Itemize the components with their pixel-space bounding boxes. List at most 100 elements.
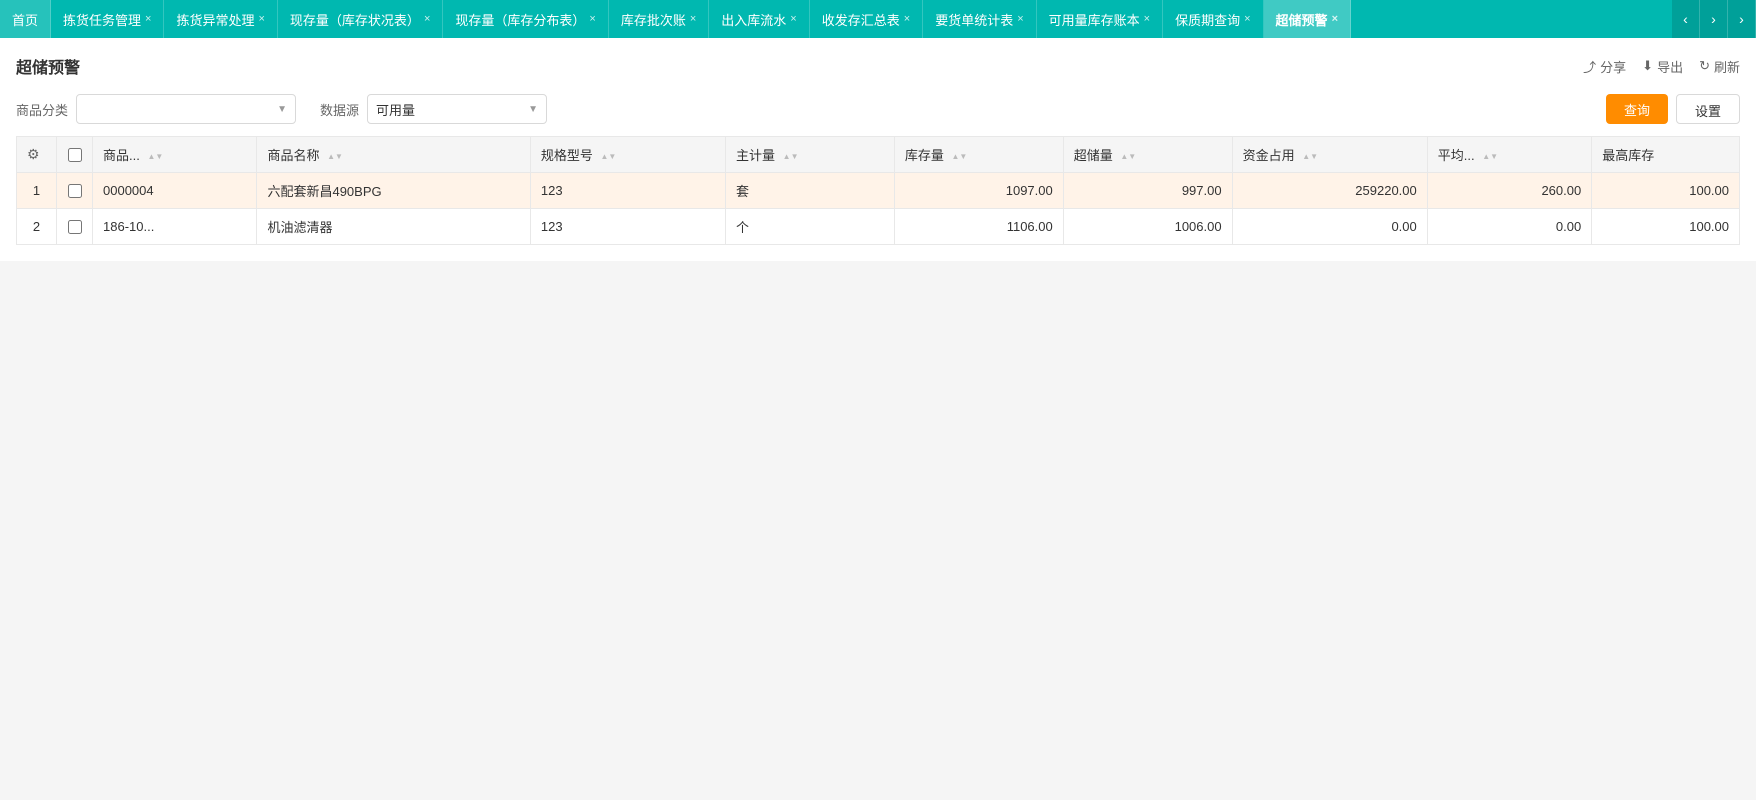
th-spec[interactable]: 规格型号 ▲▼: [530, 137, 725, 173]
th-max-stock-label: 最高库存: [1602, 148, 1654, 163]
datasource-select[interactable]: 可用量 ▼: [367, 94, 547, 124]
nav-tab-11[interactable]: 超储预警 ×: [1264, 0, 1351, 38]
sort-icon-unit: ▲▼: [783, 153, 799, 161]
row-capital: 0.00: [1232, 209, 1427, 245]
nav-tab-4[interactable]: 现存量（库存分布表） ×: [443, 0, 608, 38]
nav-prev-button[interactable]: ‹: [1672, 0, 1700, 38]
datasource-label: 数据源: [320, 100, 359, 119]
row-unit: 个: [726, 209, 895, 245]
filter-row: 商品分类 ▼ 数据源 可用量 ▼ 查询 设置: [16, 94, 1740, 124]
nav-tab-home[interactable]: 首页: [0, 0, 51, 38]
th-capital-label: 资金占用: [1243, 148, 1295, 163]
nav-tab-1-label: 拣货任务管理: [63, 10, 141, 29]
nav-tab-9[interactable]: 可用量库存账本 ×: [1037, 0, 1163, 38]
settings-button[interactable]: 设置: [1676, 94, 1740, 124]
nav-tab-9-label: 可用量库存账本: [1049, 10, 1140, 29]
th-avg[interactable]: 平均... ▲▼: [1427, 137, 1591, 173]
filter-buttons: 查询 设置: [1606, 94, 1740, 124]
nav-tab-5[interactable]: 库存批次账 ×: [609, 0, 709, 38]
refresh-label: 刷新: [1714, 57, 1740, 76]
table-row: 2 186-10... 机油滤清器 123 个 1106.00 1006.00 …: [17, 209, 1740, 245]
datasource-filter: 数据源 可用量 ▼: [320, 94, 547, 124]
row-avg: 260.00: [1427, 173, 1591, 209]
th-product-code-label: 商品...: [103, 148, 140, 163]
nav-tab-7-close[interactable]: ×: [904, 13, 910, 25]
row-checkbox-cell: [57, 209, 93, 245]
nav-tab-6-label: 出入库流水: [721, 10, 786, 29]
row-product-name: 六配套新昌490BPG: [257, 173, 530, 209]
nav-tab-3[interactable]: 现存量（库存状况表） ×: [278, 0, 443, 38]
th-gear[interactable]: ⚙: [17, 137, 57, 173]
nav-tab-1[interactable]: 拣货任务管理 ×: [51, 0, 164, 38]
nav-tab-10-label: 保质期查询: [1175, 10, 1240, 29]
nav-tab-10-close[interactable]: ×: [1244, 13, 1250, 25]
th-capital[interactable]: 资金占用 ▲▼: [1232, 137, 1427, 173]
gear-icon[interactable]: ⚙: [27, 146, 40, 162]
nav-tab-7-label: 收发存汇总表: [822, 10, 900, 29]
nav-tab-9-close[interactable]: ×: [1144, 13, 1150, 25]
nav-tab-8-close[interactable]: ×: [1017, 13, 1023, 25]
nav-tab-2-label: 拣货异常处理: [176, 10, 254, 29]
row-stock: 1106.00: [894, 209, 1063, 245]
th-unit[interactable]: 主计量 ▲▼: [726, 137, 895, 173]
sort-icon-name: ▲▼: [327, 153, 343, 161]
nav-tab-8[interactable]: 要货单统计表 ×: [923, 0, 1036, 38]
th-avg-label: 平均...: [1438, 148, 1475, 163]
nav-arrows: ‹ › ›: [1672, 0, 1756, 38]
th-overstock[interactable]: 超储量 ▲▼: [1063, 137, 1232, 173]
th-product-name[interactable]: 商品名称 ▲▼: [257, 137, 530, 173]
page-title: 超储预警: [16, 54, 80, 78]
page-header: 超储预警 ⤴ 分享 ⬇ 导出 ↻ 刷新: [16, 54, 1740, 78]
nav-tab-4-close[interactable]: ×: [589, 13, 595, 25]
nav-tab-5-close[interactable]: ×: [690, 13, 696, 25]
export-icon: ⬇: [1642, 58, 1653, 74]
nav-tab-2[interactable]: 拣货异常处理 ×: [164, 0, 277, 38]
row-index: 1: [17, 173, 57, 209]
export-button[interactable]: ⬇ 导出: [1642, 57, 1683, 76]
row-spec: 123: [530, 209, 725, 245]
nav-tab-6[interactable]: 出入库流水 ×: [709, 0, 809, 38]
th-product-code[interactable]: 商品... ▲▼: [93, 137, 257, 173]
sort-icon-capital: ▲▼: [1302, 153, 1318, 161]
th-stock[interactable]: 库存量 ▲▼: [894, 137, 1063, 173]
row-avg: 0.00: [1427, 209, 1591, 245]
chevron-down-icon: ▼: [277, 104, 287, 115]
nav-tab-3-close[interactable]: ×: [424, 13, 430, 25]
th-max-stock[interactable]: 最高库存: [1592, 137, 1740, 173]
table-header-row: ⚙ 商品... ▲▼ 商品名称 ▲▼ 规格型号 ▲▼: [17, 137, 1740, 173]
nav-tab-2-close[interactable]: ×: [258, 13, 264, 25]
table-row: 1 0000004 六配套新昌490BPG 123 套 1097.00 997.…: [17, 173, 1740, 209]
share-button[interactable]: ⤴ 分享: [1583, 57, 1626, 76]
nav-tab-6-close[interactable]: ×: [790, 13, 796, 25]
header-actions: ⤴ 分享 ⬇ 导出 ↻ 刷新: [1583, 57, 1740, 76]
nav-tab-10[interactable]: 保质期查询 ×: [1163, 0, 1263, 38]
sort-icon-avg: ▲▼: [1482, 153, 1498, 161]
th-overstock-label: 超储量: [1074, 148, 1113, 163]
nav-tab-11-close[interactable]: ×: [1332, 13, 1338, 25]
nav-tab-1-close[interactable]: ×: [145, 13, 151, 25]
sort-icon-spec: ▲▼: [601, 153, 617, 161]
table-body: 1 0000004 六配套新昌490BPG 123 套 1097.00 997.…: [17, 173, 1740, 245]
row-product-name: 机油滤清器: [257, 209, 530, 245]
category-select[interactable]: ▼: [76, 94, 296, 124]
share-label: 分享: [1600, 57, 1626, 76]
category-filter: 商品分类 ▼: [16, 94, 296, 124]
nav-tabs: 首页 拣货任务管理 × 拣货异常处理 × 现存量（库存状况表） × 现存量（库存…: [0, 0, 1672, 38]
nav-next-button[interactable]: ›: [1700, 0, 1728, 38]
row-checkbox-cell: [57, 173, 93, 209]
share-icon: ⤴: [1583, 57, 1596, 76]
row-unit: 套: [726, 173, 895, 209]
nav-tab-3-label: 现存量（库存状况表）: [290, 10, 420, 29]
row-checkbox[interactable]: [68, 220, 82, 234]
th-unit-label: 主计量: [736, 148, 775, 163]
nav-tab-7[interactable]: 收发存汇总表 ×: [810, 0, 923, 38]
row-stock: 1097.00: [894, 173, 1063, 209]
nav-tab-5-label: 库存批次账: [621, 10, 686, 29]
nav-more-button[interactable]: ›: [1728, 0, 1756, 38]
select-all-checkbox[interactable]: [68, 148, 82, 162]
query-button[interactable]: 查询: [1606, 94, 1668, 124]
row-checkbox[interactable]: [68, 184, 82, 198]
nav-tab-4-label: 现存量（库存分布表）: [455, 10, 585, 29]
row-product-code: 0000004: [93, 173, 257, 209]
refresh-button[interactable]: ↻ 刷新: [1699, 57, 1740, 76]
